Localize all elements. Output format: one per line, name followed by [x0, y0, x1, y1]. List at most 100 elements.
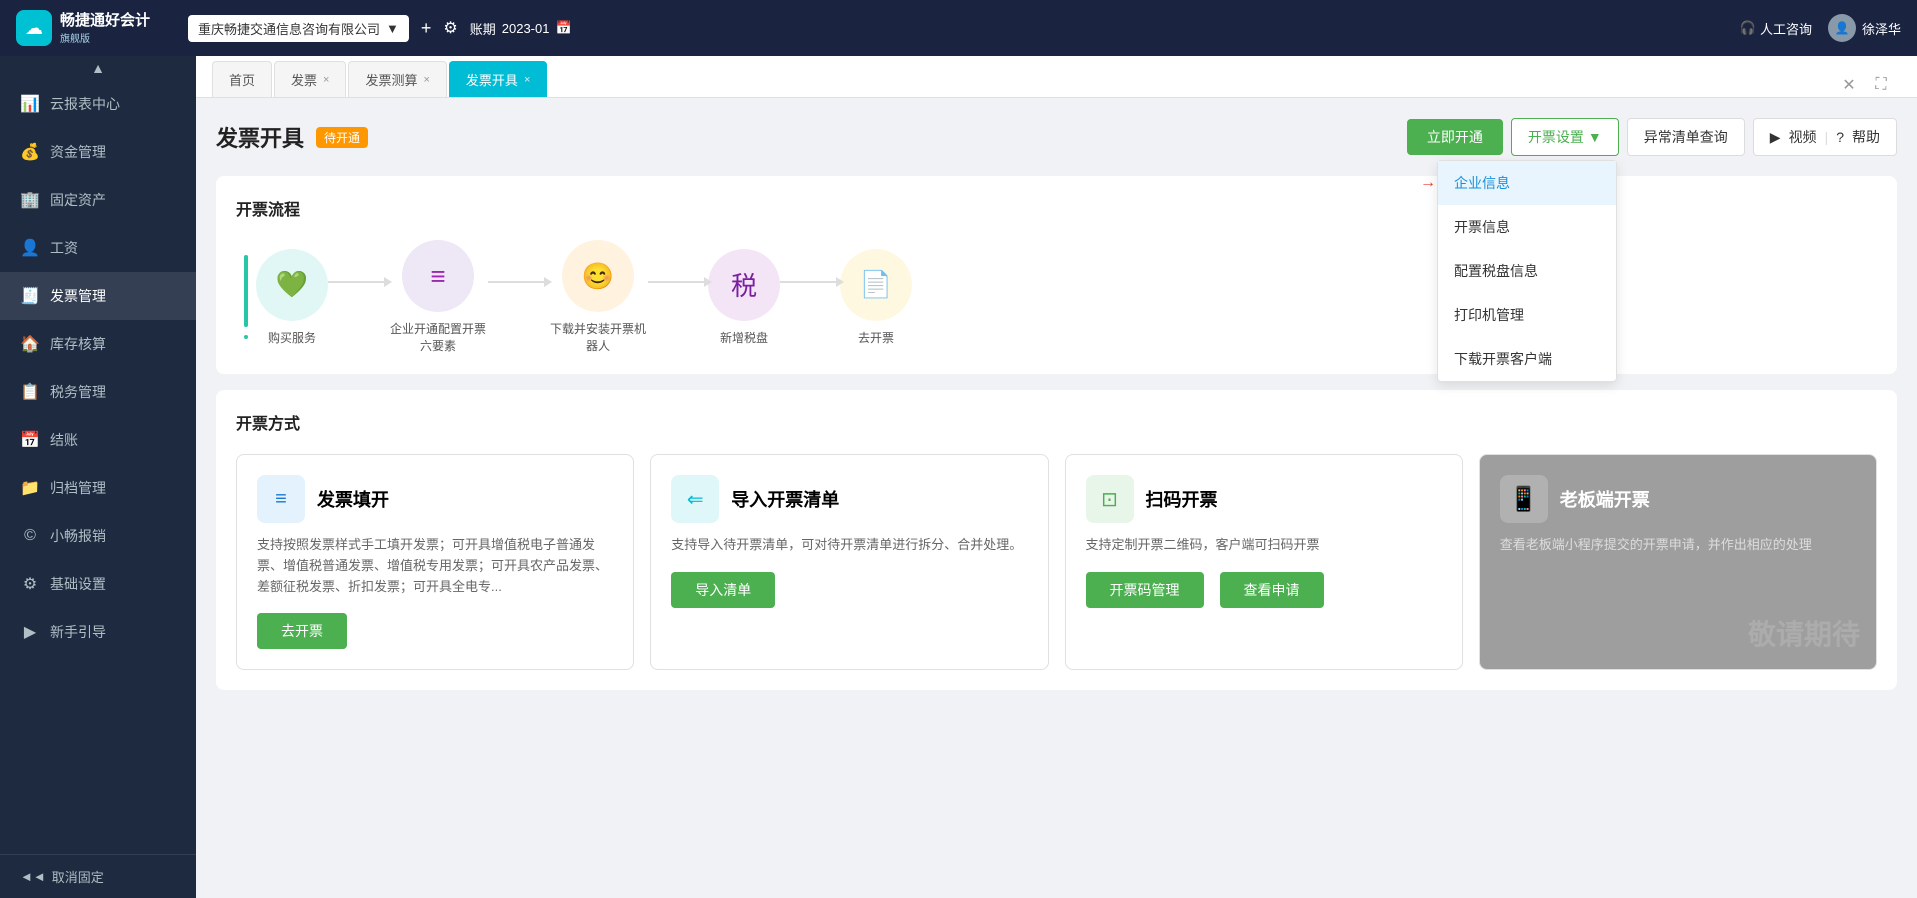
- tab-bar: 首页发票× 发票测算 × 发票开具 × ✕ ⛶: [196, 56, 1917, 98]
- sidebar-icon: 📋: [20, 382, 40, 402]
- help-button[interactable]: ▶ 视频 | ? 帮助: [1753, 118, 1897, 156]
- settings-button[interactable]: 开票设置 ▼: [1511, 118, 1619, 156]
- sidebar-label: 基础设置: [50, 574, 106, 594]
- scan-desc: 支持定制开票二维码，客户端可扫码开票: [1086, 535, 1442, 556]
- tab-close-button[interactable]: ×: [323, 74, 329, 86]
- tab-label: 发票测算: [365, 70, 417, 89]
- sidebar-label: 资金管理: [50, 142, 106, 162]
- sidebar-item-新手引导[interactable]: ▶ 新手引导: [0, 608, 196, 656]
- dropdown-icon: ▼: [386, 21, 399, 36]
- boss-title: 老板端开票: [1560, 486, 1650, 512]
- sidebar-icon: 🏠: [20, 334, 40, 354]
- method-cards: ≡ 发票填开 支持按照发票样式手工填开发票；可开具增值税电子普通发票、增值税普通…: [236, 454, 1877, 670]
- tab-close-button[interactable]: ×: [524, 74, 530, 86]
- dropdown-item-2[interactable]: 配置税盘信息: [1438, 249, 1616, 293]
- sidebar-item-发票管理[interactable]: 🧾 发票管理: [0, 272, 196, 320]
- settings-button-label: 开票设置: [1528, 127, 1584, 147]
- sidebar-icon: 💰: [20, 142, 40, 162]
- add-company-button[interactable]: +: [421, 18, 432, 39]
- sidebar-icon: 📊: [20, 94, 40, 114]
- sidebar-item-库存核算[interactable]: 🏠 库存核算: [0, 320, 196, 368]
- chevron-down-icon: ▼: [1588, 129, 1602, 145]
- flow-section: 开票流程 💚 购买服务 ≡ 企业开通配置开票六要素 😊 下载并安装开票机器人 税…: [216, 176, 1897, 374]
- cancel-fixed-button[interactable]: ◄◄ 取消固定: [0, 854, 196, 898]
- divider: |: [1825, 129, 1829, 145]
- overlay-text: 敬请期待: [1748, 613, 1860, 653]
- flow-step-2: 😊 下载并安装开票机器人: [548, 240, 648, 354]
- user-area[interactable]: 👤 徐泽华: [1828, 14, 1901, 42]
- sidebar-label: 发票管理: [50, 286, 106, 306]
- calendar-icon[interactable]: 📅: [555, 20, 571, 36]
- fill-invoice-button[interactable]: 去开票: [257, 613, 347, 649]
- sidebar-item-工资[interactable]: 👤 工资: [0, 224, 196, 272]
- fill-desc: 支持按照发票样式手工填开发票；可开具增值税电子普通发票、增值税普通发票、增值税专…: [257, 535, 613, 597]
- user-name: 徐泽华: [1862, 19, 1901, 38]
- activate-button[interactable]: 立即开通: [1407, 119, 1503, 155]
- sidebar-icon: 🧾: [20, 286, 40, 306]
- settings-icon[interactable]: ⚙: [443, 18, 457, 38]
- fill-title: 发票填开: [317, 486, 389, 512]
- flow-steps: 💚 购买服务 ≡ 企业开通配置开票六要素 😊 下载并安装开票机器人 税 新增税盘…: [236, 240, 1877, 354]
- sidebar-item-归档管理[interactable]: 📁 归档管理: [0, 464, 196, 512]
- flow-step-4: 📄 去开票: [840, 249, 912, 346]
- close-window-button[interactable]: ✕: [1837, 73, 1861, 97]
- flow-step-label: 去开票: [858, 329, 894, 346]
- sidebar-item-税务管理[interactable]: 📋 税务管理: [0, 368, 196, 416]
- boss-icon: 📱: [1500, 475, 1548, 523]
- maximize-window-button[interactable]: ⛶: [1869, 73, 1893, 97]
- tab-发票开具[interactable]: 发票开具 ×: [449, 61, 547, 97]
- content-area: 首页发票× 发票测算 × 发票开具 × ✕ ⛶ 发票开具 待开通 立即开通 开票设置: [196, 56, 1917, 898]
- logo-sub: 旗舰版: [60, 30, 150, 45]
- sidebar-label: 固定资产: [50, 190, 106, 210]
- consult-area[interactable]: 🎧 人工咨询: [1740, 19, 1812, 38]
- tab-首页[interactable]: 首页: [212, 61, 272, 97]
- tab-close-button[interactable]: ×: [423, 74, 429, 86]
- sidebar-icon: 📅: [20, 430, 40, 450]
- sidebar-label: 结账: [50, 430, 78, 450]
- logo-text: 畅捷通好会计: [60, 12, 150, 30]
- qr-manage-button[interactable]: 开票码管理: [1086, 572, 1204, 608]
- status-badge: 待开通: [316, 127, 368, 148]
- flow-step-icon: 📄: [840, 249, 912, 321]
- headset-icon: 🎧: [1740, 20, 1756, 36]
- dropdown-item-4[interactable]: 下载开票客户端: [1438, 337, 1616, 381]
- sidebar-icon: ⚙: [20, 574, 40, 594]
- sidebar-item-资金管理[interactable]: 💰 资金管理: [0, 128, 196, 176]
- dropdown-item-0[interactable]: →企业信息: [1438, 161, 1616, 205]
- tab-发票测算[interactable]: 发票测算 ×: [348, 61, 446, 97]
- scroll-up-button[interactable]: ▲: [0, 56, 196, 80]
- import-icon: ⇐: [671, 475, 719, 523]
- import-list-button[interactable]: 导入清单: [671, 572, 775, 608]
- dropdown-item-1[interactable]: 开票信息: [1438, 205, 1616, 249]
- cancel-fixed-label: 取消固定: [52, 867, 104, 886]
- sidebar-label: 税务管理: [50, 382, 106, 402]
- top-bar-right: 🎧 人工咨询 👤 徐泽华: [1740, 14, 1901, 42]
- tab-发票[interactable]: 发票×: [274, 61, 346, 97]
- import-desc: 支持导入待开票清单，可对待开票清单进行拆分、合并处理。: [671, 535, 1027, 556]
- sidebar-item-结账[interactable]: 📅 结账: [0, 416, 196, 464]
- company-selector[interactable]: 重庆畅捷交通信息咨询有限公司 ▼: [188, 15, 409, 42]
- flow-step-icon: 税: [708, 249, 780, 321]
- flow-step-icon: ≡: [402, 240, 474, 312]
- sidebar-item-基础设置[interactable]: ⚙ 基础设置: [0, 560, 196, 608]
- logo-icon: ☁: [16, 10, 52, 46]
- window-controls: ✕ ⛶: [1829, 73, 1901, 97]
- sidebar-item-云报表中心[interactable]: 📊 云报表中心: [0, 80, 196, 128]
- sidebar-item-固定资产[interactable]: 🏢 固定资产: [0, 176, 196, 224]
- tab-label: 发票开具: [466, 70, 518, 89]
- dropdown-item-3[interactable]: 打印机管理: [1438, 293, 1616, 337]
- sidebar-icon: 🏢: [20, 190, 40, 210]
- exception-button[interactable]: 异常清单查询: [1627, 118, 1745, 156]
- video-icon: ▶: [1770, 129, 1781, 146]
- scan-icon: ⊡: [1086, 475, 1134, 523]
- method-card-boss: 📱 老板端开票 查看老板端小程序提交的开票申请，并作出相应的处理 敬请期待: [1479, 454, 1877, 670]
- help-label: 帮助: [1852, 127, 1880, 147]
- flow-section-title: 开票流程: [236, 196, 1877, 220]
- view-apply-button[interactable]: 查看申请: [1220, 572, 1324, 608]
- page-actions: 立即开通 开票设置 ▼ 异常清单查询 ▶ 视频 | ? 帮助: [1407, 118, 1897, 156]
- video-label: 视频: [1789, 127, 1817, 147]
- sidebar-icon: 👤: [20, 238, 40, 258]
- sidebar-item-小畅报销[interactable]: © 小畅报销: [0, 512, 196, 560]
- sidebar-label: 云报表中心: [50, 94, 120, 114]
- page-content: 发票开具 待开通 立即开通 开票设置 ▼ 异常清单查询 ▶ 视频 |: [196, 98, 1917, 898]
